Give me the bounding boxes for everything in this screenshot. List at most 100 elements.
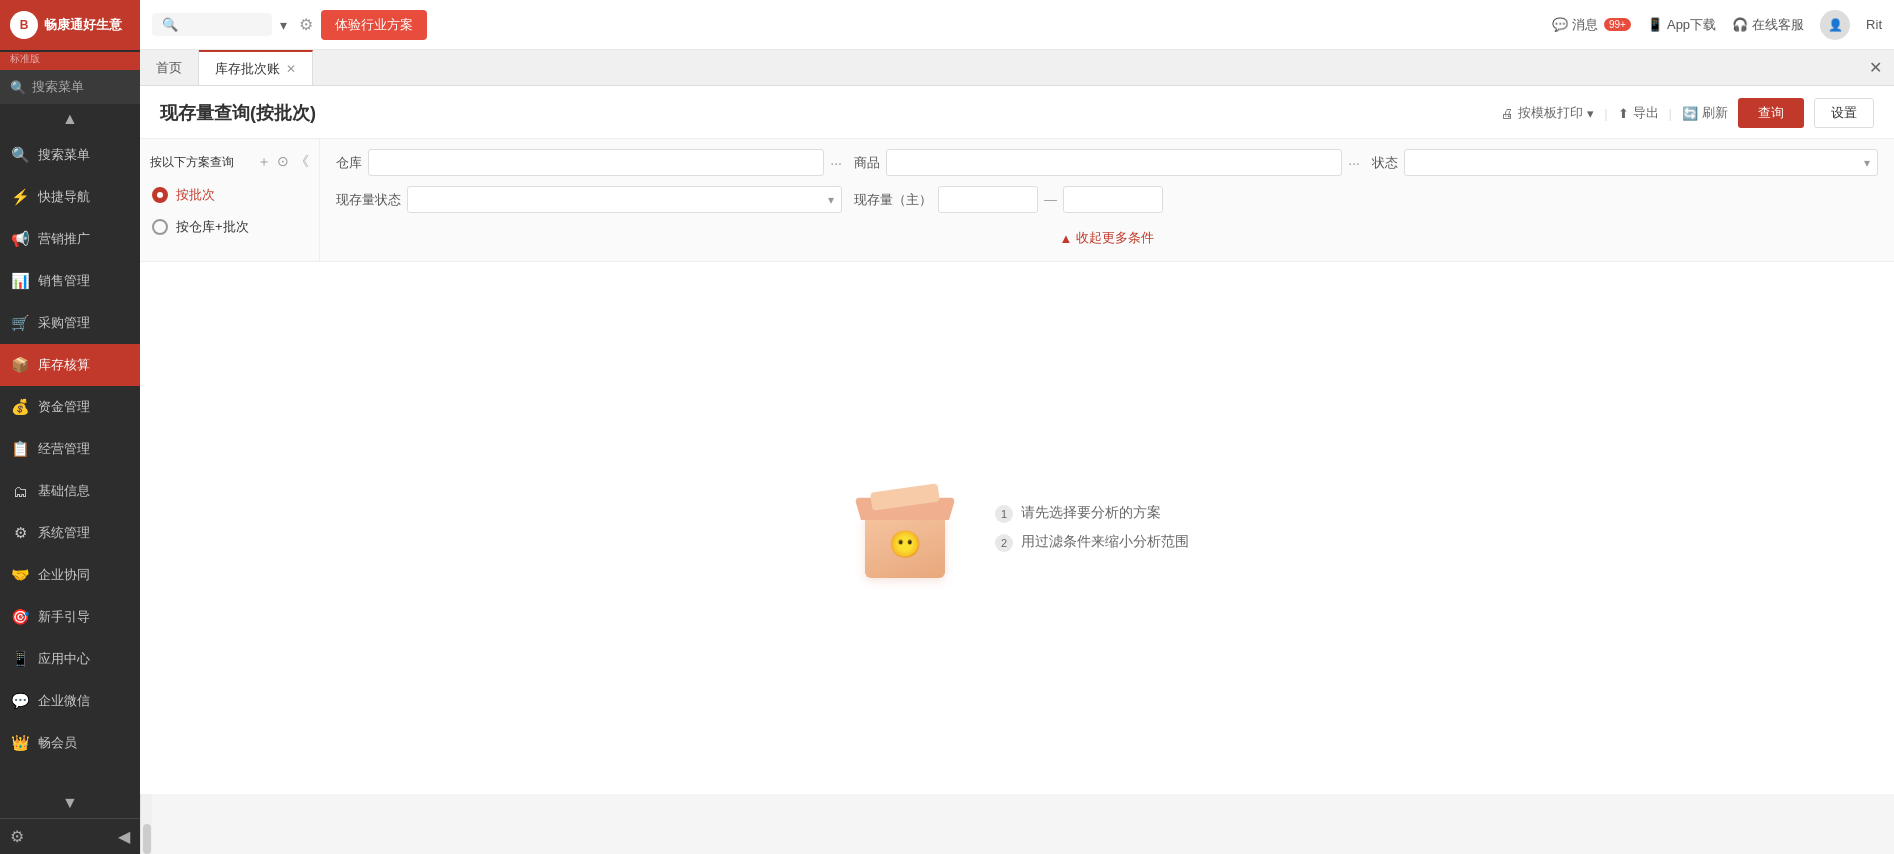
warehouse-label: 仓库 [336, 154, 362, 172]
warehouse-more-icon[interactable]: ··· [830, 155, 842, 171]
page-title: 现存量查询(按批次) [160, 101, 316, 125]
finance-icon: 💰 [10, 397, 30, 417]
messages-icon: 💬 [1552, 17, 1568, 32]
right-scrollbar-handle [143, 824, 151, 854]
tip-text-2: 用过滤条件来缩小分析范围 [1021, 533, 1189, 551]
inventory-qty-label: 现存量（主） [854, 191, 932, 209]
tabs-right: ✕ [1869, 58, 1894, 77]
sidebar-item-label-basic: 基础信息 [38, 482, 90, 500]
empty-tip-1: 1 请先选择要分析的方案 [995, 504, 1189, 523]
sidebar-item-guide[interactable]: 🎯 新手引导 [0, 596, 140, 638]
sidebar-item-wechat[interactable]: 💬 企业微信 [0, 680, 140, 722]
scheme-collapse-icon[interactable]: 《 [295, 153, 309, 171]
query-button[interactable]: 查询 [1738, 98, 1804, 128]
tab-home[interactable]: 首页 [140, 50, 199, 85]
sidebar-item-search[interactable]: 🔍 搜索菜单 [0, 134, 140, 176]
topbar-search-box[interactable]: 🔍 [152, 13, 272, 36]
export-icon: ⬆ [1618, 106, 1629, 121]
avatar[interactable]: 👤 [1820, 10, 1850, 40]
scheme-by-batch-label: 按批次 [176, 186, 215, 204]
sidebar-search[interactable]: 🔍 搜索菜单 [0, 70, 140, 104]
scheme-by-warehouse-batch-label: 按仓库+批次 [176, 218, 249, 236]
filter-collapse-btn[interactable]: ▲ 收起更多条件 [336, 223, 1878, 251]
refresh-btn[interactable]: 🔄 刷新 [1682, 104, 1728, 122]
export-btn[interactable]: ⬆ 导出 [1618, 104, 1659, 122]
sidebar-item-operation[interactable]: 📋 经营管理 [0, 428, 140, 470]
filter-area: 仓库 ··· 商品 ··· 状态 全部 [320, 139, 1894, 261]
sidebar-item-label-system: 系统管理 [38, 524, 90, 542]
inventory-status-select[interactable]: 全部 有库存 无库存 [407, 186, 842, 213]
inventory-status-filter: 现存量状态 全部 有库存 无库存 ▾ [336, 186, 842, 213]
sidebar-item-system[interactable]: ⚙ 系统管理 [0, 512, 140, 554]
export-label: 导出 [1633, 104, 1659, 122]
status-select-wrapper: 全部 正常 停用 ▾ [1404, 149, 1878, 176]
scheme-item-by-warehouse-batch[interactable]: 按仓库+批次 [140, 211, 319, 243]
tabs-bar: 首页 库存批次账 ✕ ✕ [140, 50, 1894, 86]
inventory-qty-max[interactable] [1063, 186, 1163, 213]
sidebar-scroll-down[interactable]: ▼ [0, 788, 140, 818]
app-title: 畅康通好生意 [44, 17, 122, 33]
content-area: 现存量查询(按批次) 🖨 按模板打印 ▾ | ⬆ 导出 | 🔄 刷新 查询 [140, 86, 1894, 794]
page-actions: 🖨 按模板打印 ▾ | ⬆ 导出 | 🔄 刷新 查询 设置 [1501, 98, 1874, 128]
tab-inventory-batch[interactable]: 库存批次账 ✕ [199, 50, 313, 85]
sidebar-scroll-up[interactable]: ▲ [0, 104, 140, 134]
right-scrollbar[interactable] [140, 794, 152, 854]
sidebar-item-quick-nav[interactable]: ⚡ 快捷导航 [0, 176, 140, 218]
sidebar-item-apps[interactable]: 📱 应用中心 [0, 638, 140, 680]
filter-panel: 按以下方案查询 ＋ ⊙ 《 按批次 按仓库+批次 [140, 139, 1894, 262]
sidebar-item-member[interactable]: 👑 畅会员 [0, 722, 140, 764]
print-template-btn[interactable]: 🖨 按模板打印 ▾ [1501, 104, 1594, 122]
sidebar-item-marketing[interactable]: 📢 营销推广 [0, 218, 140, 260]
empty-tip-2: 2 用过滤条件来缩小分析范围 [995, 533, 1189, 552]
tip-num-2: 2 [995, 534, 1013, 552]
tab-inventory-batch-close[interactable]: ✕ [286, 62, 296, 76]
tabs-close-all-btn[interactable]: ✕ [1869, 58, 1882, 77]
messages-label: 消息 [1572, 16, 1598, 34]
settings-button[interactable]: 设置 [1814, 98, 1874, 128]
messages-btn[interactable]: 💬 消息 99+ [1552, 16, 1631, 34]
sidebar-footer: ⚙ ◀ [0, 818, 140, 854]
quick-nav-icon: ⚡ [10, 187, 30, 207]
tab-home-label: 首页 [156, 59, 182, 77]
warehouse-input[interactable] [368, 149, 824, 176]
sidebar-item-label-search: 搜索菜单 [38, 146, 90, 164]
inventory-qty-min[interactable] [938, 186, 1038, 213]
sidebar-item-label-apps: 应用中心 [38, 650, 90, 668]
inventory-status-select-wrapper: 全部 有库存 无库存 ▾ [407, 186, 842, 213]
scheme-dot-outline [152, 219, 168, 235]
status-select[interactable]: 全部 正常 停用 [1404, 149, 1878, 176]
range-dash: — [1044, 192, 1057, 207]
app-download-btn[interactable]: 📱 App下载 [1647, 16, 1716, 34]
product-more-icon[interactable]: ··· [1348, 155, 1360, 171]
system-icon: ⚙ [10, 523, 30, 543]
topbar-gear-icon[interactable]: ⚙ [299, 15, 313, 34]
sidebar-item-label-guide: 新手引导 [38, 608, 90, 626]
sidebar-item-enterprise[interactable]: 🤝 企业协同 [0, 554, 140, 596]
sidebar-item-sales[interactable]: 📊 销售管理 [0, 260, 140, 302]
sidebar-item-purchase[interactable]: 🛒 采购管理 [0, 302, 140, 344]
topbar-search-icon: 🔍 [162, 17, 178, 32]
sidebar-item-label-member: 畅会员 [38, 734, 77, 752]
sidebar-search-label: 搜索菜单 [32, 78, 84, 96]
settings-icon[interactable]: ⚙ [10, 827, 24, 846]
scheme-add-icon[interactable]: ＋ [257, 153, 271, 171]
sidebar-item-label-enterprise: 企业协同 [38, 566, 90, 584]
print-dropdown-icon[interactable]: ▾ [1587, 106, 1594, 121]
search-icon: 🔍 [10, 145, 30, 165]
apps-icon: 📱 [10, 649, 30, 669]
sidebar-item-basic[interactable]: 🗂 基础信息 [0, 470, 140, 512]
scheme-item-by-batch[interactable]: 按批次 [140, 179, 319, 211]
product-input[interactable] [886, 149, 1342, 176]
filter-row-2: 现存量状态 全部 有库存 无库存 ▾ 现存量（主） [336, 186, 1878, 213]
customer-service-btn[interactable]: 🎧 在线客服 [1732, 16, 1804, 34]
scheme-header: 按以下方案查询 ＋ ⊙ 《 [140, 149, 319, 179]
collapse-icon[interactable]: ◀ [118, 827, 130, 846]
sidebar-item-inventory[interactable]: 📦 库存核算 [0, 344, 140, 386]
sidebar-item-finance[interactable]: 💰 资金管理 [0, 386, 140, 428]
topbar-dropdown-btn[interactable]: ▾ [280, 17, 287, 33]
empty-state: 😶 1 请先选择要分析的方案 2 用过滤条件来缩小分析范围 [140, 262, 1894, 794]
scheme-settings-icon[interactable]: ⊙ [277, 153, 289, 171]
filter-row-1: 仓库 ··· 商品 ··· 状态 全部 [336, 149, 1878, 176]
trial-button[interactable]: 体验行业方案 [321, 10, 427, 40]
empty-illustration: 😶 [845, 468, 965, 588]
